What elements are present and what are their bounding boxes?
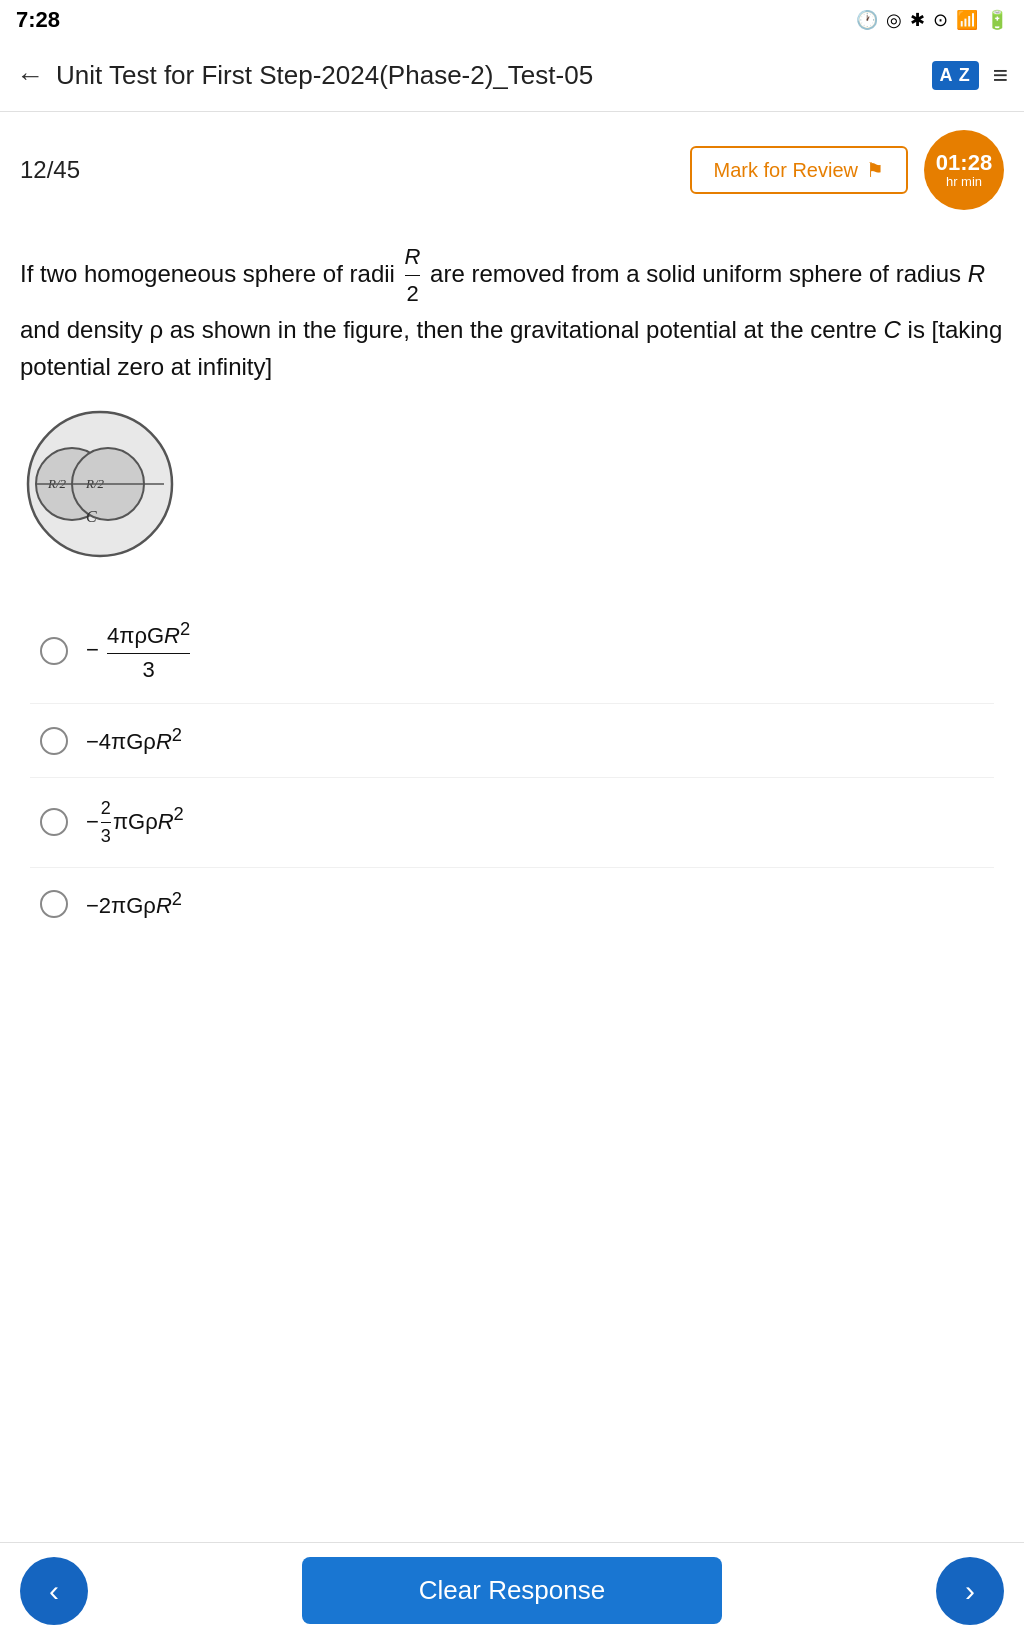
question-text: If two homogeneous sphere of radii R2 ar… [20,240,1004,386]
prev-button[interactable]: ‹ [20,1557,88,1625]
option-d[interactable]: −2πGρR2 [30,868,994,940]
sub-header: 12/45 Mark for Review ⚑ 01:28 hr min [0,112,1024,220]
alarm-icon: 🕐 [856,9,878,31]
status-bar: 7:28 🕐 ◎ ✱ ⊙ 📶 🔋 [0,0,1024,40]
spacer [0,950,1024,1070]
question-count: 12/45 [20,156,80,184]
option-a-numerator: 4πρGR2 [107,616,190,654]
fraction-numerator: R [405,240,421,276]
timer-labels: hr min [946,175,982,189]
option-c[interactable]: −23πGρR2 [30,778,994,868]
svg-text:C: C [86,508,97,525]
prev-icon: ‹ [49,1574,59,1608]
nav-bar: ← Unit Test for First Step-2024(Phase-2)… [0,40,1024,112]
option-b[interactable]: −4πGρR2 [30,704,994,777]
option-a-fraction: 4πρGR23 [107,616,190,686]
option-d-label: −2πGρR2 [86,886,182,922]
circle-icon: ◎ [886,9,902,31]
battery-icon: 🔋 [986,9,1008,31]
radio-inner-b [47,734,61,748]
question-text-part2: are removed from a solid uniform sphere … [423,260,967,287]
clear-response-button[interactable]: Clear Response [302,1557,722,1624]
timer-time: 01:28 [936,151,992,175]
option-c-fraction: 23 [101,796,111,849]
settings-icon: ⊙ [933,9,948,31]
radio-inner-d [47,897,61,911]
options-list: − 4πρGR23 −4πGρR2 −23πGρR2 [20,598,1004,941]
option-a-denominator: 3 [142,654,154,686]
timer-hours: 01 [936,150,960,175]
option-c-label: −23πGρR2 [86,796,184,849]
page-title: Unit Test for First Step-2024(Phase-2)_T… [56,60,920,91]
question-area: If two homogeneous sphere of radii R2 ar… [0,220,1024,950]
fraction-denominator: 2 [406,276,418,311]
radio-inner-c [47,815,61,829]
option-a-label: − 4πρGR23 [86,616,192,686]
bottom-bar: ‹ Clear Response › [0,1542,1024,1638]
radio-inner-a [47,644,61,658]
timer: 01:28 hr min [924,130,1004,210]
status-time: 7:28 [16,7,60,33]
radio-c[interactable] [40,808,68,836]
menu-icon[interactable]: ≡ [993,60,1008,91]
status-icons: 🕐 ◎ ✱ ⊙ 📶 🔋 [856,9,1008,31]
radio-a[interactable] [40,637,68,665]
fraction-r2: R2 [405,240,421,311]
r-symbol: R [968,260,985,287]
az-icon[interactable]: A Z [932,61,979,90]
signal-icon: 📶 [956,9,978,31]
timer-min-label: min [961,174,982,189]
timer-hr-label: hr [946,174,958,189]
mark-review-button[interactable]: Mark for Review ⚑ [690,146,908,194]
radio-b[interactable] [40,727,68,755]
question-text-part3: and density ρ as shown in the figure, th… [20,316,884,343]
next-button[interactable]: › [936,1557,1004,1625]
question-text-part1: If two homogeneous sphere of radii [20,260,402,287]
option-c-denominator: 3 [101,823,111,849]
nav-icons: A Z ≡ [932,60,1009,91]
diagram-container: C R/2 R/2 [20,404,1004,568]
option-c-numerator: 2 [101,796,111,823]
sphere-diagram: C R/2 R/2 [20,404,180,564]
c-symbol: C [884,316,901,343]
timer-minutes: 28 [968,150,992,175]
back-button[interactable]: ← [16,60,44,92]
mark-review-label: Mark for Review [714,159,858,182]
flag-icon: ⚑ [866,158,884,182]
bluetooth-icon: ✱ [910,9,925,31]
radio-d[interactable] [40,890,68,918]
option-b-label: −4πGρR2 [86,722,182,758]
next-icon: › [965,1574,975,1608]
option-a[interactable]: − 4πρGR23 [30,598,994,705]
